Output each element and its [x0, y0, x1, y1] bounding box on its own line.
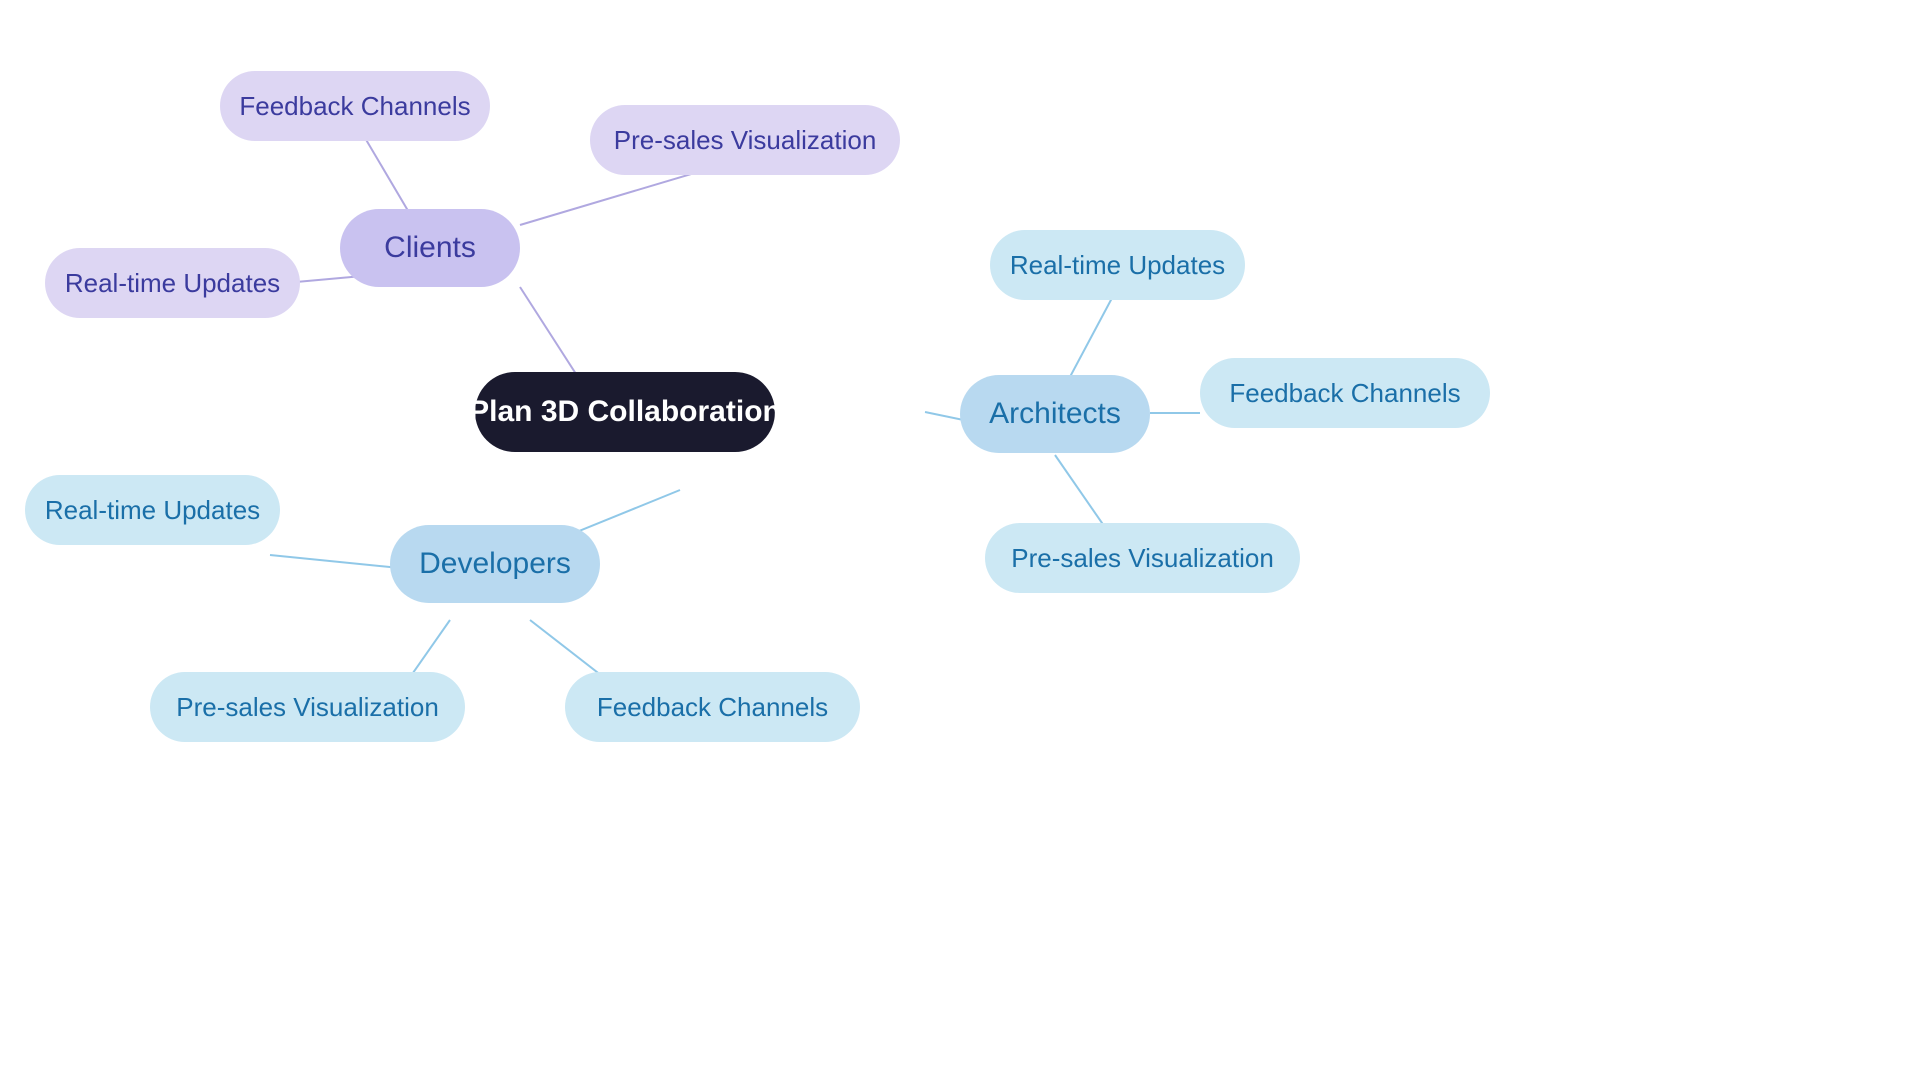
- clients-node[interactable]: Clients: [340, 209, 520, 287]
- developers-realtime-node[interactable]: Real-time Updates: [25, 475, 280, 545]
- clients-realtime-node[interactable]: Real-time Updates: [45, 248, 300, 318]
- developers-presales-node[interactable]: Pre-sales Visualization: [150, 672, 465, 742]
- developers-feedback-node[interactable]: Feedback Channels: [565, 672, 860, 742]
- architects-node[interactable]: Architects: [960, 375, 1150, 453]
- clients-feedback-node[interactable]: Feedback Channels: [220, 71, 490, 141]
- architects-realtime-node[interactable]: Real-time Updates: [990, 230, 1245, 300]
- developers-node[interactable]: Developers: [390, 525, 600, 603]
- clients-presales-node[interactable]: Pre-sales Visualization: [590, 105, 900, 175]
- architects-presales-node[interactable]: Pre-sales Visualization: [985, 523, 1300, 593]
- center-node[interactable]: Plan 3D Collaboration: [475, 372, 775, 452]
- architects-feedback-node[interactable]: Feedback Channels: [1200, 358, 1490, 428]
